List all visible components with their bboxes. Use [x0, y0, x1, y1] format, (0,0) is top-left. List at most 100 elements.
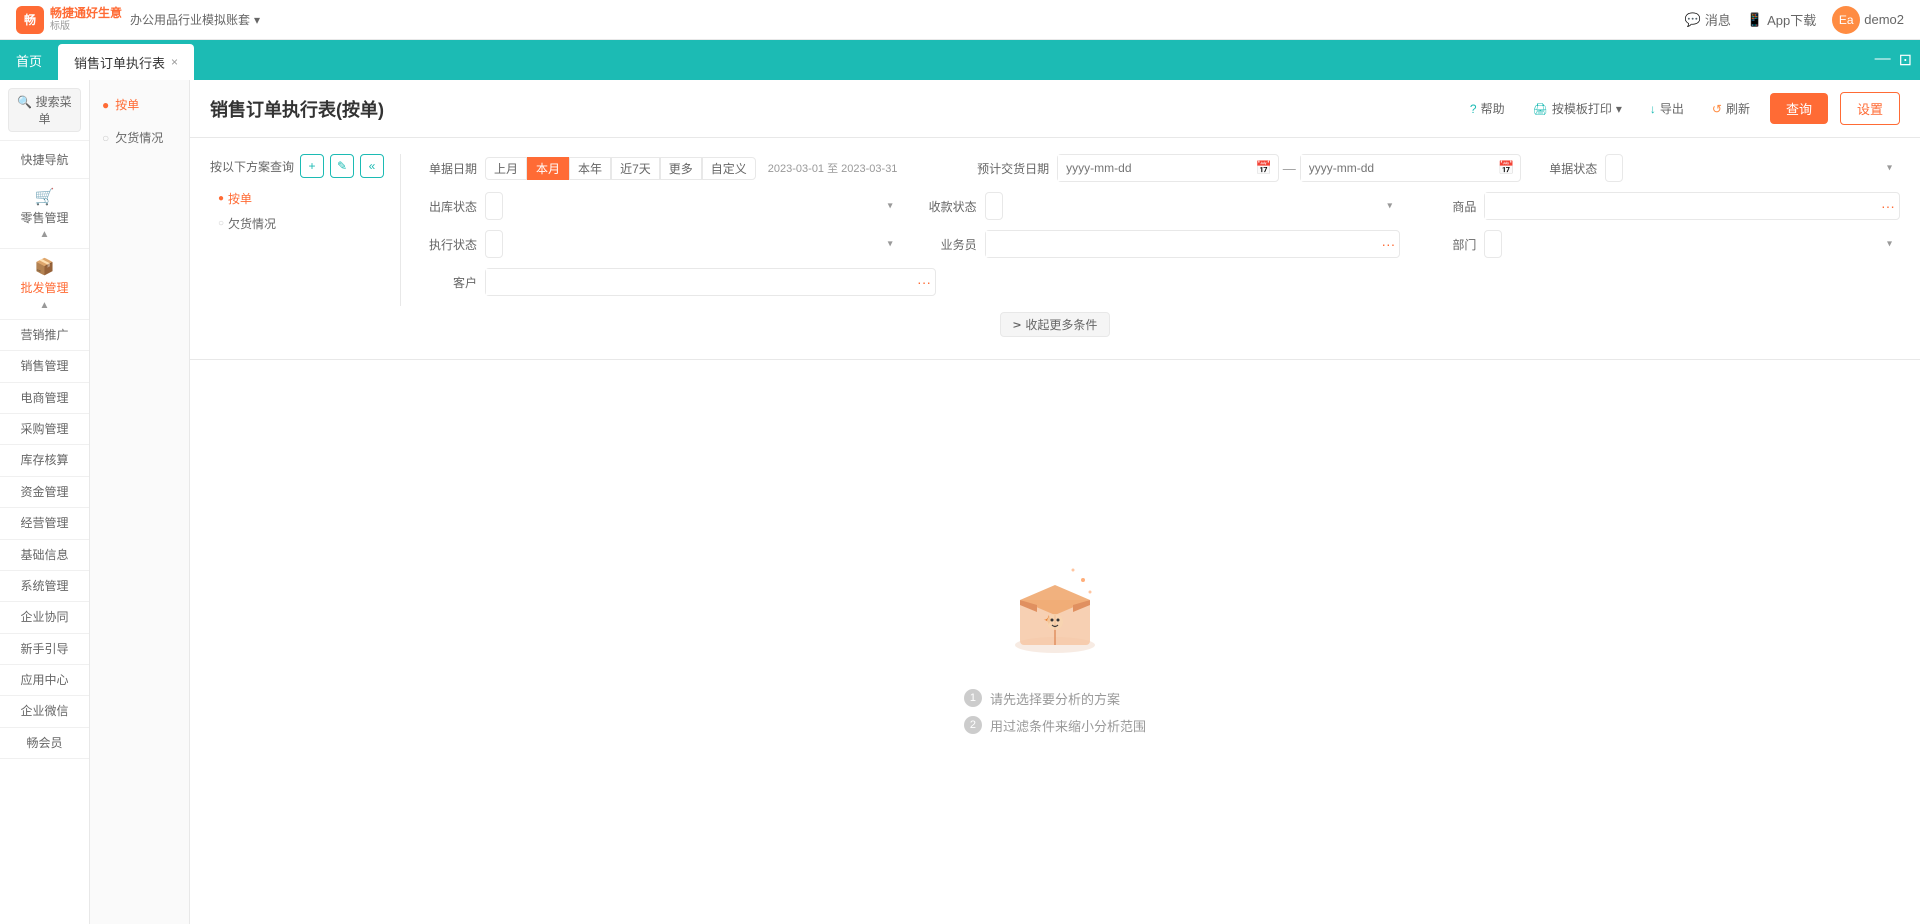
content-area: 销售订单执行表(按单) ? 帮助 🖨 按模板打印 ▾ ↓ 导出 ↺ 刷新 [190, 80, 1920, 924]
quick-nav[interactable]: 快捷导航 [0, 141, 89, 179]
collapse-bar[interactable]: ∧ 收起更多条件 [210, 306, 1900, 343]
sidebar-item-sales[interactable]: 销售管理 [0, 351, 89, 382]
sidebar-newbie-label: 新手引导 [20, 642, 68, 656]
message-label: 消息 [1705, 10, 1731, 29]
scheme-andan-label: 按单 [228, 190, 252, 207]
date-tab-this-year[interactable]: 本年 [569, 157, 611, 180]
customer-label: 客户 [417, 274, 477, 291]
query-btn[interactable]: 查询 [1770, 93, 1828, 124]
collapse-btn[interactable]: ∧ 收起更多条件 [1000, 312, 1111, 337]
department-select[interactable] [1484, 230, 1502, 258]
tip1-text: 请先选择要分析的方案 [990, 689, 1120, 708]
field-date: 单据日期 上月 本月 本年 近7天 更多 自定义 2023-03-01 至 20… [417, 157, 961, 180]
main-layout: 🔍 搜索菜单 快捷导航 🛒 零售管理 ▲ 📦 批发管理 ▲ 营销推广 销售管理 … [0, 80, 1920, 924]
tab-maximize-icon[interactable]: ⊡ [1899, 50, 1912, 70]
sub-sidebar-item-andan[interactable]: ● 按单 [90, 88, 189, 121]
customer-dots-icon[interactable]: ··· [913, 274, 935, 290]
sidebar-item-base[interactable]: 基础信息 [0, 540, 89, 571]
help-btn[interactable]: ? 帮助 [1462, 96, 1513, 121]
sidebar-sales-label: 销售管理 [20, 359, 68, 373]
outstock-select[interactable] [485, 192, 503, 220]
sidebar-item-system[interactable]: 系统管理 [0, 571, 89, 602]
field-goods: 商品 ··· [1416, 192, 1900, 220]
salesperson-input[interactable] [986, 231, 1378, 257]
status-select[interactable] [1605, 154, 1623, 182]
sidebar-item-finance[interactable]: 资金管理 [0, 477, 89, 508]
collapse-scheme-btn[interactable]: « [360, 154, 384, 178]
sidebar-item-retail[interactable]: 🛒 零售管理 ▲ [0, 179, 89, 249]
andan-dot-icon: ● [218, 193, 224, 204]
execute-select[interactable] [485, 230, 503, 258]
scheme-item-andan[interactable]: ● 按单 [210, 186, 384, 211]
tab-close-icon[interactable]: × [171, 55, 178, 69]
goods-dots-icon[interactable]: ··· [1877, 198, 1899, 214]
date-label: 单据日期 [417, 160, 477, 177]
salesperson-dots-icon[interactable]: ··· [1377, 236, 1399, 252]
sidebar-item-inventory[interactable]: 库存核算 [0, 445, 89, 476]
sidebar-item-marketing[interactable]: 营销推广 [0, 320, 89, 351]
date-end-input[interactable]: 📅 [1300, 154, 1522, 182]
scheme-item-qianqing[interactable]: ○ 欠货情况 [210, 211, 384, 236]
field-payment: 收款状态 [917, 192, 1401, 220]
print-btn[interactable]: 🖨 按模板打印 ▾ [1525, 96, 1630, 121]
sidebar-item-apps[interactable]: 应用中心 [0, 665, 89, 696]
user-profile[interactable]: Ea demo2 [1832, 6, 1904, 34]
goods-input[interactable] [1485, 193, 1877, 219]
customer-input-wrapper[interactable]: ··· [485, 268, 936, 296]
date-start-field[interactable] [1058, 155, 1249, 181]
date-tab-custom[interactable]: 自定义 [702, 157, 756, 180]
quick-nav-label[interactable]: 快捷导航 [0, 145, 89, 174]
field-customer: 客户 ··· [417, 268, 936, 296]
tab-minimize-icon[interactable]: — [1875, 50, 1891, 70]
calendar-start-icon[interactable]: 📅 [1250, 160, 1278, 176]
sidebar-item-purchase[interactable]: 采购管理 [0, 414, 89, 445]
edit-scheme-btn[interactable]: ✎ [330, 154, 354, 178]
goods-input-wrapper[interactable]: ··· [1484, 192, 1900, 220]
sidebar-item-operation[interactable]: 经营管理 [0, 508, 89, 539]
app-download-btn[interactable]: 📱 App下载 [1747, 10, 1816, 29]
field-outstock: 出库状态 [417, 192, 901, 220]
payment-select[interactable] [985, 192, 1003, 220]
sidebar-weixin-label: 企业微信 [20, 704, 68, 718]
date-end-field[interactable] [1301, 155, 1492, 181]
filter-fields: 单据日期 上月 本月 本年 近7天 更多 自定义 2023-03-01 至 20… [417, 154, 1900, 306]
date-tab-more[interactable]: 更多 [660, 157, 702, 180]
search-menu-btn[interactable]: 🔍 搜索菜单 [8, 88, 81, 132]
sidebar-search[interactable]: 🔍 搜索菜单 [0, 80, 89, 141]
customer-input[interactable] [486, 269, 913, 295]
sidebar-item-enterprise[interactable]: 企业协同 [0, 602, 89, 633]
sidebar-item-newbie[interactable]: 新手引导 [0, 634, 89, 665]
export-btn[interactable]: ↓ 导出 [1642, 96, 1692, 121]
sidebar-finance-label: 资金管理 [20, 485, 68, 499]
add-scheme-btn[interactable]: + [300, 154, 324, 178]
refresh-btn[interactable]: ↺ 刷新 [1704, 96, 1758, 121]
calendar-end-icon[interactable]: 📅 [1492, 160, 1520, 176]
empty-tip-2: 2 用过滤条件来缩小分析范围 [964, 716, 1146, 735]
sidebar-marketing-label: 营销推广 [20, 328, 68, 342]
sidebar-item-member[interactable]: 畅会员 [0, 728, 89, 759]
status-label: 单据状态 [1537, 160, 1597, 177]
print-label: 按模板打印 [1552, 100, 1612, 117]
payment-label: 收款状态 [917, 198, 977, 215]
date-tab-7days[interactable]: 近7天 [611, 157, 660, 180]
date-tab-last-month[interactable]: 上月 [485, 157, 527, 180]
tab-active[interactable]: 销售订单执行表 × [58, 44, 194, 80]
breadcrumb[interactable]: 办公用品行业模拟账套 ▾ [130, 11, 260, 28]
salesperson-input-wrapper[interactable]: ··· [985, 230, 1401, 258]
tab-home-label: 首页 [16, 51, 42, 70]
sidebar-item-ecommerce[interactable]: 电商管理 [0, 383, 89, 414]
sidebar-item-weixin[interactable]: 企业微信 [0, 696, 89, 727]
date-start-input[interactable]: 📅 [1057, 154, 1279, 182]
field-expected-delivery: 预计交货日期 📅 — 📅 [977, 154, 1521, 182]
sidebar-item-wholesale[interactable]: 📦 批发管理 ▲ [0, 249, 89, 319]
sidebar-enterprise-label: 企业协同 [20, 610, 68, 624]
sidebar-inventory-label: 库存核算 [20, 453, 68, 467]
date-tab-this-month[interactable]: 本月 [527, 157, 569, 180]
message-btn[interactable]: 💬 消息 [1685, 10, 1731, 29]
sub-sidebar-item-qianqing[interactable]: ○ 欠货情况 [90, 121, 189, 154]
sub-sidebar: ● 按单 ○ 欠货情况 [90, 80, 190, 924]
settings-btn[interactable]: 设置 [1840, 92, 1900, 125]
top-bar: 畅 畅捷通好生意 标版 办公用品行业模拟账套 ▾ 💬 消息 📱 App下载 Ea… [0, 0, 1920, 40]
tab-home[interactable]: 首页 [0, 40, 58, 80]
print-arrow-icon: ▾ [1616, 102, 1622, 116]
